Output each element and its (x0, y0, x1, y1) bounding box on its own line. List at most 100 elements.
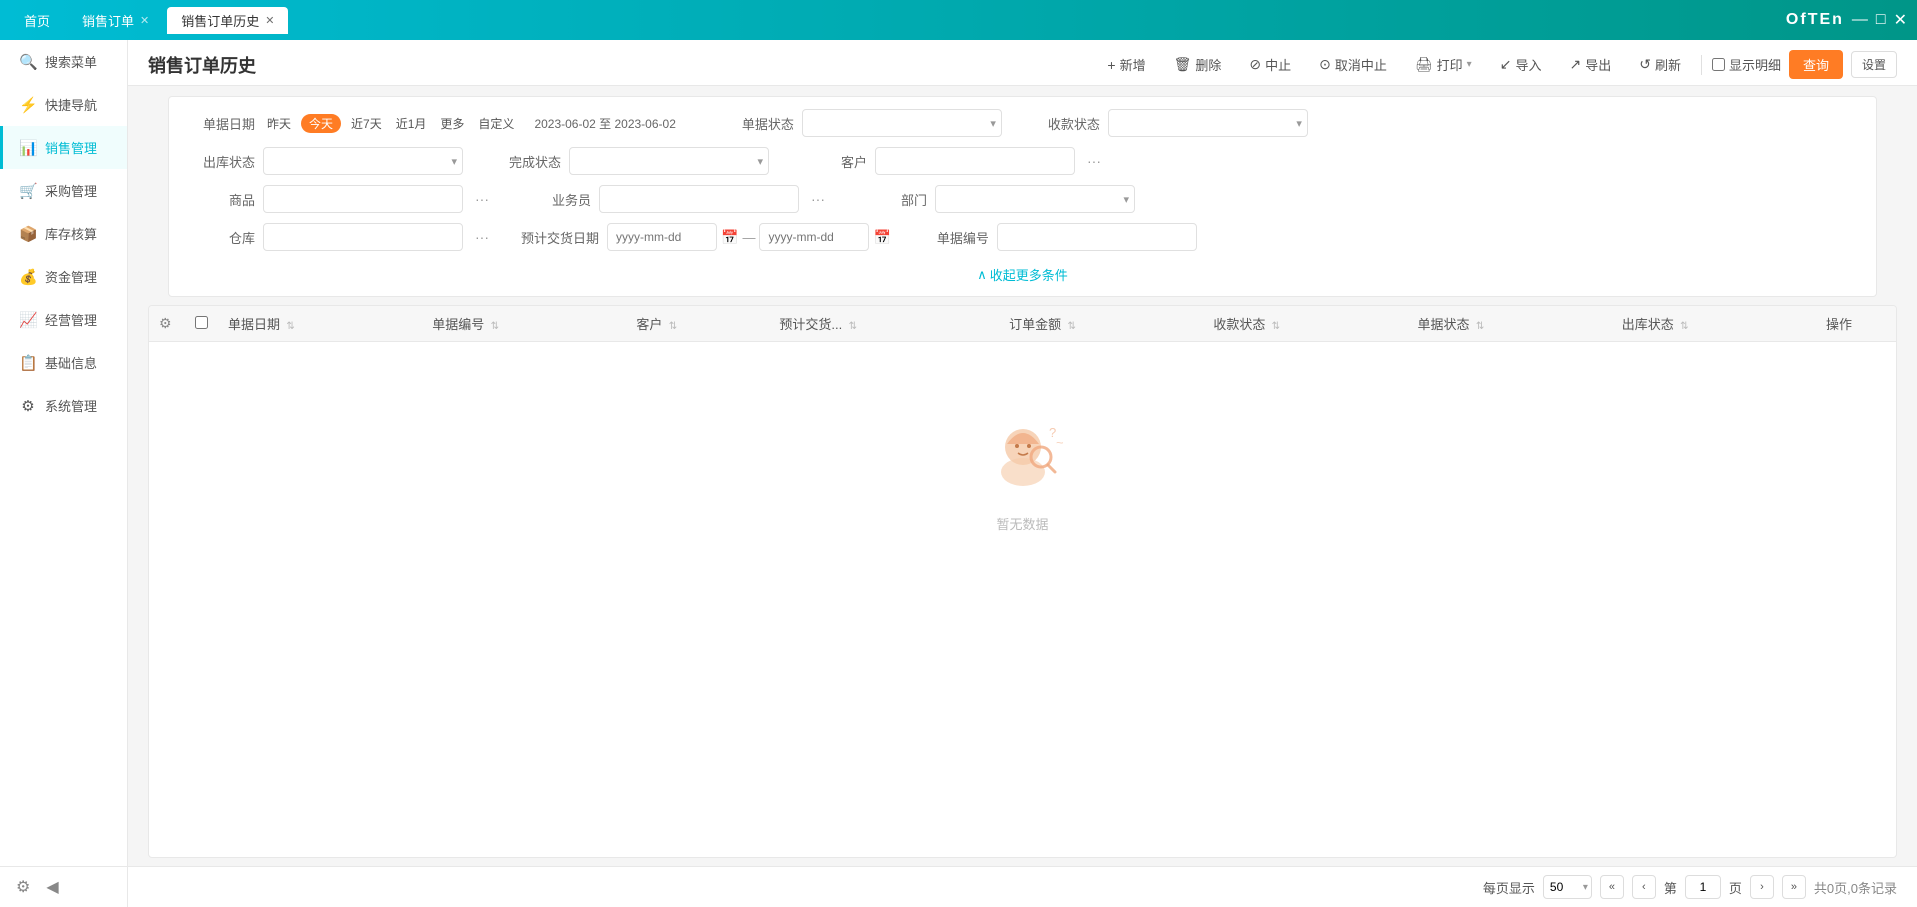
delivery-date-start[interactable] (607, 223, 717, 251)
cancel-stop-button[interactable]: ⊙ 取消中止 (1309, 50, 1397, 79)
payment-status-label: 收款状态 (1030, 114, 1100, 133)
delivery-status-select[interactable] (263, 147, 463, 175)
settings-button[interactable]: 设置 (1851, 51, 1897, 78)
tab-home[interactable]: 首页 (10, 7, 64, 34)
window-close[interactable]: ✕ (1894, 10, 1907, 30)
customer-input[interactable] (875, 147, 1075, 175)
sidebar-collapse-icon[interactable]: ◀ (46, 877, 58, 897)
filter-row-warehouse: 仓库 ··· 预计交货日期 📅 — 📅 单据编号 (185, 223, 1860, 251)
sort-payment-icon[interactable]: ⇅ (1272, 321, 1280, 332)
window-maximize[interactable]: □ (1876, 11, 1886, 29)
col-order-date: 单据日期 ⇅ (218, 306, 422, 342)
add-button[interactable]: + 新增 (1097, 50, 1155, 79)
sort-delivery-status-icon[interactable]: ⇅ (1680, 321, 1688, 332)
top-bar-right: OfTEn — □ ✕ (1786, 10, 1907, 30)
sidebar-item-sales[interactable]: 📊 销售管理 (0, 126, 127, 169)
sidebar-item-finance[interactable]: 💰 资金管理 (0, 255, 127, 298)
filter-section-wrap: 单据日期 昨天 今天 近7天 近1月 更多 自定义 2023-06-02 至 2… (128, 86, 1917, 297)
table-header-row: ⚙ 单据日期 ⇅ 单据编号 ⇅ (149, 306, 1896, 342)
date-7days[interactable]: 近7天 (347, 114, 386, 133)
window-minimize[interactable]: — (1852, 11, 1868, 29)
goods-more-btn[interactable]: ··· (471, 191, 493, 207)
delivery-date-label: 预计交货日期 (521, 228, 599, 247)
display-detail-toggle[interactable]: 显示明细 (1712, 55, 1781, 74)
sort-delivery-icon[interactable]: ⇅ (849, 321, 857, 332)
data-table: ⚙ 单据日期 ⇅ 单据编号 ⇅ (149, 306, 1896, 593)
top-bar: 首页 销售订单 ✕ 销售订单历史 ✕ OfTEn — □ ✕ (0, 0, 1917, 40)
salesperson-input[interactable] (599, 185, 799, 213)
col-delivery-date: 预计交货... ⇅ (769, 306, 999, 342)
sidebar-item-operations[interactable]: 📈 经营管理 (0, 298, 127, 341)
tab-sales-order-close[interactable]: ✕ (140, 14, 149, 27)
date-label: 单据日期 (185, 114, 255, 133)
warehouse-label: 仓库 (185, 228, 255, 247)
sort-date-icon[interactable]: ⇅ (286, 321, 294, 332)
date-1month[interactable]: 近1月 (392, 114, 431, 133)
sort-no-icon[interactable]: ⇅ (491, 321, 499, 332)
page-number-input[interactable] (1685, 875, 1721, 899)
stop-icon: ⊘ (1249, 56, 1261, 73)
salesperson-label: 业务员 (521, 190, 591, 209)
first-page-btn[interactable]: « (1600, 875, 1624, 899)
page-label-before: 第 (1664, 878, 1677, 897)
order-no-input[interactable] (997, 223, 1197, 251)
tab-sales-order[interactable]: 销售订单 ✕ (68, 7, 163, 34)
table-settings-icon[interactable]: ⚙ (159, 315, 172, 331)
export-button[interactable]: ↗ 导出 (1559, 50, 1621, 79)
customer-label: 客户 (797, 152, 867, 171)
salesperson-more-btn[interactable]: ··· (807, 191, 829, 207)
tab-sales-order-history-close[interactable]: ✕ (265, 14, 274, 27)
print-button[interactable]: 🖨 打印 ▾ (1405, 50, 1482, 79)
department-select[interactable] (935, 185, 1135, 213)
last-page-btn[interactable]: » (1782, 875, 1806, 899)
next-page-btn[interactable]: › (1750, 875, 1774, 899)
empty-state: ? ~ 暂无数据 (149, 342, 1896, 593)
sidebar-item-inventory[interactable]: 📦 库存核算 (0, 212, 127, 255)
brand-label: OfTEn (1786, 11, 1844, 29)
delete-button[interactable]: 🗑 删除 (1164, 50, 1232, 79)
display-detail-checkbox[interactable] (1712, 58, 1725, 71)
sidebar-item-purchase[interactable]: 🛒 采购管理 (0, 169, 127, 212)
date-more[interactable]: 更多 (436, 114, 468, 133)
cart-icon: 🛒 (19, 182, 37, 200)
customer-more-btn[interactable]: ··· (1083, 153, 1105, 169)
delivery-date-range: 📅 — 📅 (607, 223, 891, 251)
date-today[interactable]: 今天 (301, 114, 341, 133)
date-custom[interactable]: 自定义 (474, 114, 518, 133)
refresh-button[interactable]: ↺ 刷新 (1629, 50, 1691, 79)
order-no-label: 单据编号 (919, 228, 989, 247)
date-yesterday[interactable]: 昨天 (263, 114, 295, 133)
stop-button[interactable]: ⊘ 中止 (1239, 50, 1301, 79)
toolbar-divider (1701, 55, 1702, 75)
complete-status-select[interactable] (569, 147, 769, 175)
refresh-icon: ↺ (1639, 56, 1651, 73)
sidebar-settings-icon[interactable]: ⚙ (16, 877, 30, 897)
sort-customer-icon[interactable]: ⇅ (669, 321, 677, 332)
date-range-dash: — (742, 230, 755, 245)
order-status-select[interactable] (802, 109, 1002, 137)
warehouse-more-btn[interactable]: ··· (471, 229, 493, 245)
import-button[interactable]: ↙ 导入 (1490, 50, 1552, 79)
page-title: 销售订单历史 (148, 52, 256, 78)
payment-status-select[interactable] (1108, 109, 1308, 137)
collapse-btn[interactable]: ∧ 收起更多条件 (185, 261, 1860, 284)
page-size-select[interactable]: 50 20 100 (1543, 875, 1592, 899)
goods-input[interactable] (263, 185, 463, 213)
sidebar-item-quick-nav[interactable]: ⚡ 快捷导航 (0, 83, 127, 126)
sidebar-item-base-info[interactable]: 📋 基础信息 (0, 341, 127, 384)
trend-icon: 📈 (19, 311, 37, 329)
prev-page-btn[interactable]: ‹ (1632, 875, 1656, 899)
sidebar-item-search[interactable]: 🔍 搜索菜单 (0, 40, 127, 83)
select-all-checkbox[interactable] (195, 316, 208, 329)
calendar-start-icon[interactable]: 📅 (721, 229, 738, 246)
calendar-end-icon[interactable]: 📅 (873, 229, 890, 246)
delivery-date-end[interactable] (759, 223, 869, 251)
filter-section: 单据日期 昨天 今天 近7天 近1月 更多 自定义 2023-06-02 至 2… (168, 96, 1877, 297)
query-button[interactable]: 查询 (1789, 50, 1843, 79)
warehouse-input[interactable] (263, 223, 463, 251)
sort-amount-icon[interactable]: ⇅ (1067, 321, 1075, 332)
sort-order-status-icon[interactable]: ⇅ (1476, 321, 1484, 332)
tab-sales-order-history[interactable]: 销售订单历史 ✕ (167, 7, 288, 34)
col-actions: 操作 (1816, 306, 1896, 342)
sidebar-item-system[interactable]: ⚙ 系统管理 (0, 384, 127, 427)
